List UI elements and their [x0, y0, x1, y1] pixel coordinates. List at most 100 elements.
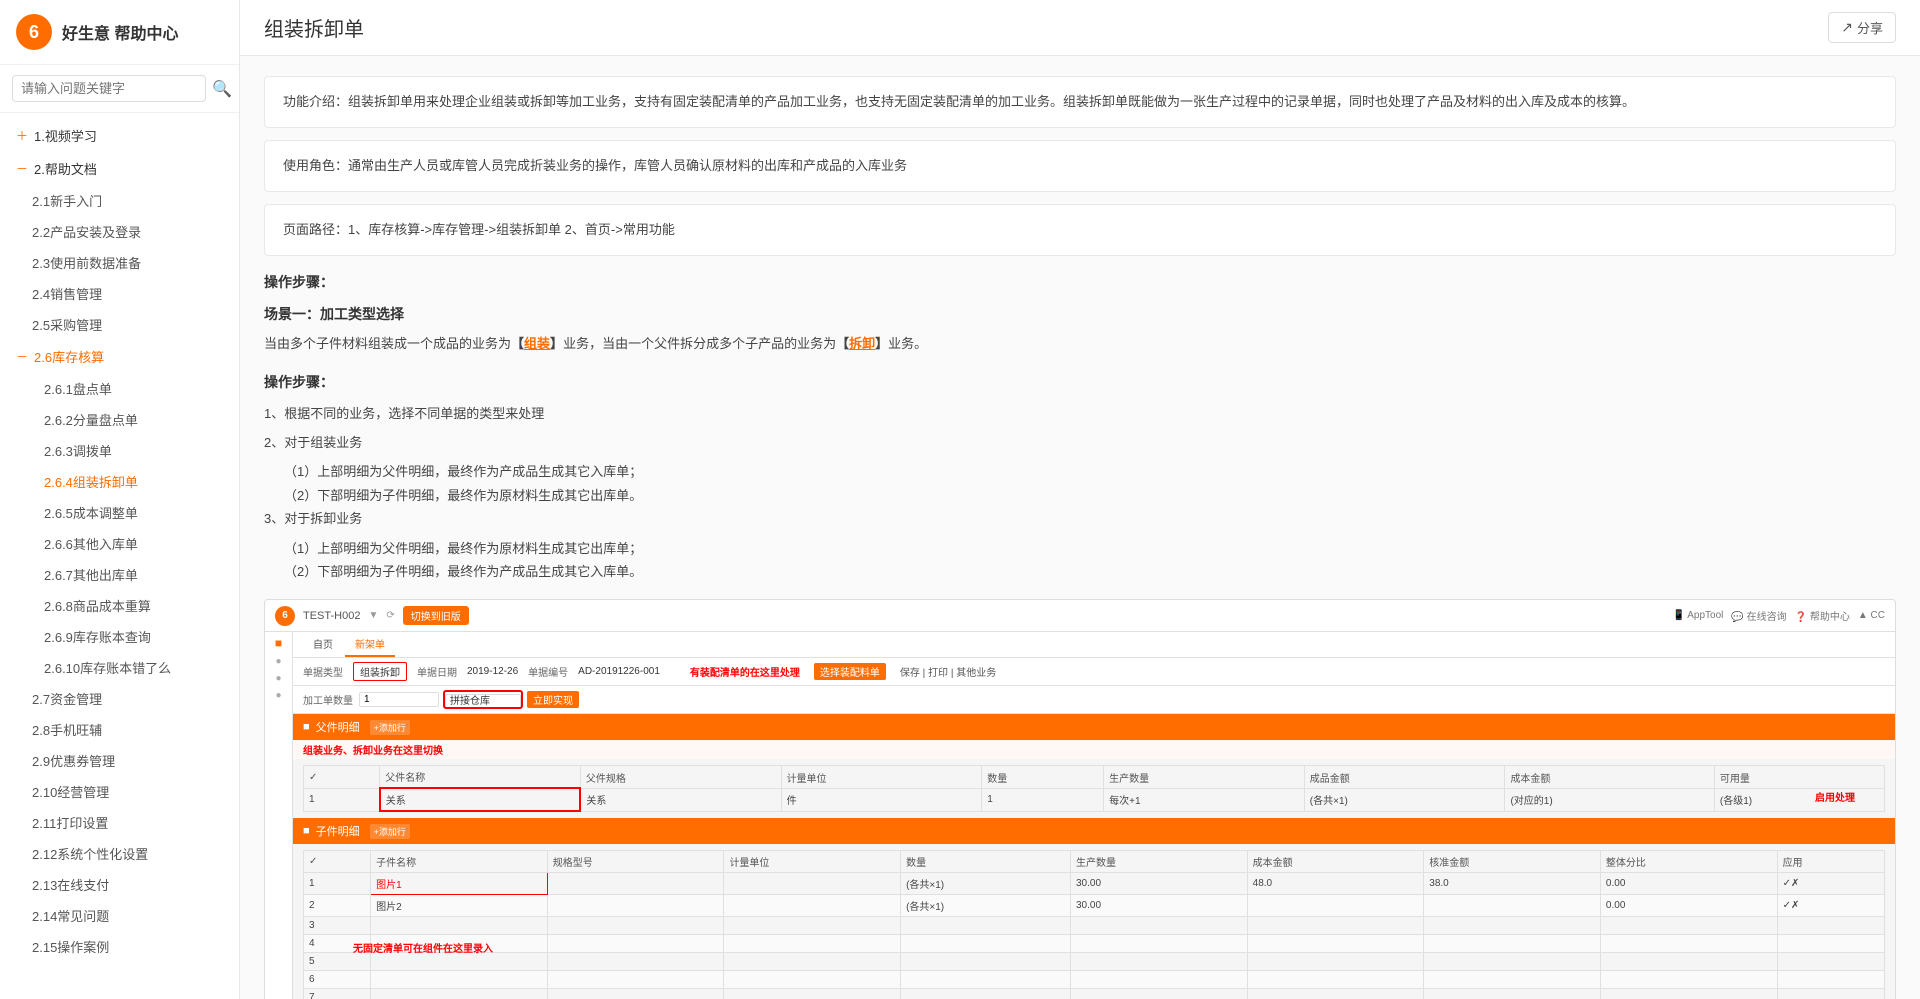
mock-td-available: (各级1) [1714, 788, 1884, 811]
sidebar-item-stock-query[interactable]: 2.6.9库存账本查询 [0, 621, 239, 652]
ops-title: 操作步骤： [264, 272, 1896, 292]
mock-lower-section-header: ■ 子件明细 +添加行 [293, 818, 1895, 844]
mock-ltd-name1: 图片1 [371, 873, 548, 895]
sidebar-item-coupon[interactable]: 2.9优惠券管理 [0, 745, 239, 776]
nav-tree: ＋ 1.视频学习 － 2.帮助文档 2.1新手入门 2.2产品安装及登录 2.3… [0, 113, 239, 999]
mock-td-parent-name[interactable]: 关系 [380, 788, 581, 811]
annotation3: 组装业务、拆卸业务在这里切换 [303, 746, 443, 757]
mock-code-label: 单据编号 [528, 664, 568, 679]
mock-main: 自页 新架单 单据类型 组装拆卸 单据日期 2019-12-26 单据编号 AD… [293, 632, 1895, 999]
sidebar-item-other-in[interactable]: 2.6.6其他入库单 [0, 528, 239, 559]
mock-th-available: 可用量 [1714, 766, 1884, 789]
mock-toolbar: 加工单数量 拼接仓库 立即实现 [293, 686, 1895, 714]
sidebar-item-personal[interactable]: 2.12系统个性化设置 [0, 838, 239, 869]
sidebar-item-cost-recalc[interactable]: 2.6.8商品成本重算 [0, 590, 239, 621]
plus-icon: ＋ [16, 127, 28, 144]
mock-ltd-empty5: 5 [304, 953, 371, 971]
table-row: 1 图片1 (各共×1) 30.00 48.0 38.0 0.00 [304, 873, 1885, 895]
sidebar-item-faq[interactable]: 2.14常见问题 [0, 900, 239, 931]
sidebar-item-video[interactable]: ＋ 1.视频学习 [0, 119, 239, 152]
mock-lth-cost: 成本金额 [1247, 851, 1424, 873]
sidebar-item-docs[interactable]: － 2.帮助文档 [0, 152, 239, 185]
mock-dropdown-icon: ▼ [368, 610, 378, 621]
mock-bom-btn[interactable]: 选择装配料单 [814, 663, 886, 680]
mock-tab-new[interactable]: 新架单 [345, 632, 395, 657]
mock-icons-right: 📱 AppTool 💬 在线咨询 ❓ 帮助中心 ▲ CC [1673, 608, 1885, 623]
main-area: 组装拆卸单 ↗ 分享 功能介绍：组装拆卸单用来处理企业组装或拆卸等加工业务，支持… [240, 0, 1920, 999]
sidebar-item-other-out[interactable]: 2.6.7其他出库单 [0, 559, 239, 590]
sidebar-item-cost-adjust[interactable]: 2.6.5成本调整单 [0, 497, 239, 528]
sidebar-item-print[interactable]: 2.11打印设置 [0, 807, 239, 838]
sidebar-item-predata[interactable]: 2.3使用前数据准备 [0, 247, 239, 278]
mock-icon-help: ❓ 帮助中心 [1795, 608, 1850, 623]
mock-lth-ratio: 整体分比 [1600, 851, 1777, 873]
mock-td-unit: 件 [781, 788, 982, 811]
mock-td-qty: 1 [982, 788, 1104, 811]
sidebar-item-mobile[interactable]: 2.8手机旺辅 [0, 714, 239, 745]
sidebar-item-adjust[interactable]: 2.6.3调拨单 [0, 435, 239, 466]
mock-warehouse-select[interactable]: 拼接仓库 [445, 694, 521, 709]
step3: 3、对于拆卸业务 [264, 507, 1896, 530]
mock-td-cost-amount: (对应的1) [1505, 788, 1714, 811]
sidebar-item-online-pay[interactable]: 2.13在线支付 [0, 869, 239, 900]
step2-1: （1）上部明细为父件明细，最终作为产成品生成其它入库单； [264, 460, 1896, 483]
mock-date-label: 单据日期 [417, 664, 457, 679]
step3-2: （2）下部明细为子件明细，最终作为产成品生成其它入库单。 [264, 560, 1896, 583]
mock-ltd-ratio2: 0.00 [1600, 895, 1777, 917]
mock-confirm-btn[interactable]: 立即实现 [527, 691, 579, 708]
intro-text: 功能介绍：组装拆卸单用来处理企业组装或拆卸等加工业务，支持有固定装配清单的产品加… [283, 94, 1635, 109]
mock-ltd-apply1[interactable]: ✓✗ [1777, 873, 1884, 895]
sidebar-item-assembly[interactable]: 2.6.4组装拆卸单 [0, 466, 239, 497]
mock-th-prod-qty: 生产数量 [1104, 766, 1305, 789]
search-area: 🔍 [0, 65, 239, 113]
sidebar-item-purchase[interactable]: 2.5采购管理 [0, 309, 239, 340]
intro-block: 功能介绍：组装拆卸单用来处理企业组装或拆卸等加工业务，支持有固定装配清单的产品加… [264, 76, 1896, 128]
sidebar-item-install[interactable]: 2.2产品安装及登录 [0, 216, 239, 247]
mock-code-val: AD-20191226-001 [578, 666, 660, 677]
mock-ltd-apply2[interactable]: ✓✗ [1777, 895, 1884, 917]
mock-qty-input[interactable] [359, 692, 439, 707]
mock-icon-consult: 💬 在线咨询 [1731, 608, 1786, 623]
mock-refresh-icon: ⟳ [386, 610, 394, 621]
sidebar-item-newbie[interactable]: 2.1新手入门 [0, 185, 239, 216]
mock-lth-spec: 规格型号 [547, 851, 724, 873]
mock-ltd-qty2: (各共×1) [901, 895, 1071, 917]
brand-name: 好生意 帮助中心 [62, 20, 178, 44]
sidebar-item-cases[interactable]: 2.15操作案例 [0, 931, 239, 962]
mock-th-qty: 数量 [982, 766, 1104, 789]
mock-tab-home[interactable]: 自页 [303, 632, 343, 657]
search-input[interactable] [12, 75, 206, 102]
sidebar-item-inventory[interactable]: － 2.6库存核算 [0, 340, 239, 373]
sidebar-item-sales[interactable]: 2.4销售管理 [0, 278, 239, 309]
mock-sidebar-icon4: ● [275, 690, 281, 701]
mock-qty-label: 加工单数量 [303, 692, 353, 707]
table-row: 5 [304, 953, 1885, 971]
disassembly-link[interactable]: 拆卸 [849, 336, 875, 351]
mock-ltd-prodqty1: 30.00 [1071, 873, 1248, 895]
mock-ltd-cost2 [1247, 895, 1424, 917]
sidebar-item-fund[interactable]: 2.7资金管理 [0, 683, 239, 714]
sidebar-item-ops[interactable]: 2.10经营管理 [0, 776, 239, 807]
mock-add-row-btn2[interactable]: +添加行 [370, 824, 410, 839]
search-button[interactable]: 🔍 [212, 79, 232, 99]
sidebar-item-stocktake[interactable]: 2.6.1盘点单 [0, 373, 239, 404]
mock-type-label: 单据类型 [303, 664, 343, 679]
assembly-link[interactable]: 组装 [524, 336, 550, 351]
table-row: 1 关系 关系 件 1 每次+1 (各共×1) (对应的1) (各级1) [304, 788, 1885, 811]
mock-lower-table: ✓ 子件名称 规格型号 计量单位 数量 生产数量 成本金额 核准金额 整体分比 [303, 850, 1885, 999]
mock-ltd-empty6: 6 [304, 971, 371, 989]
mock-td-prod-amount: (各共×1) [1304, 788, 1505, 811]
sidebar-item-split-stocktake[interactable]: 2.6.2分量盘点单 [0, 404, 239, 435]
mock-ltd-approve1: 38.0 [1424, 873, 1601, 895]
mock-type-val: 组装拆卸 [353, 662, 407, 681]
mock-upper-table: ✓ 父件名称 父件规格 计量单位 数量 生产数量 成品金额 成本金额 可用量 [303, 765, 1885, 812]
mock-action-btns: 保存 | 打印 | 其他业务 [900, 664, 996, 679]
mock-section-icon: ■ [303, 721, 310, 733]
mock-add-row-btn[interactable]: +添加行 [370, 720, 410, 735]
sidebar-item-stock-error[interactable]: 2.6.10库存账本错了么 [0, 652, 239, 683]
mock-ltd-prodqty2: 30.00 [1071, 895, 1248, 917]
mock-logo: 6 [275, 606, 295, 626]
mock-ltd-name2: 图片2 [371, 895, 548, 917]
share-button[interactable]: ↗ 分享 [1828, 12, 1896, 43]
mock-switch-btn[interactable]: 切换到旧版 [403, 606, 469, 625]
